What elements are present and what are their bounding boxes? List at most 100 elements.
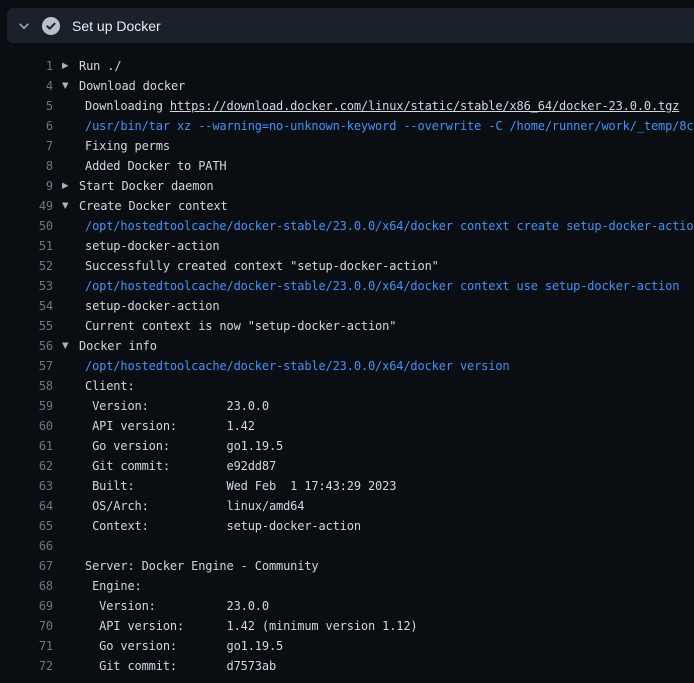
line-number[interactable]: 57 [0,356,53,376]
log-url-link[interactable]: https://download.docker.com/linux/static… [170,99,679,113]
line-number[interactable]: 49 [0,196,53,216]
chevron-down-icon[interactable] [17,19,31,33]
log-gutter [53,136,85,156]
log-lines: 1 ▶ Run ./ 4 ▼ Download docker 5 Downloa… [0,56,694,676]
log-text: Create Docker context [79,196,228,216]
log-row: 59 Version: 23.0.0 [0,396,694,416]
line-number[interactable]: 9 [0,176,53,196]
triangle-down-icon[interactable]: ▼ [62,196,68,216]
log-row: 71 Go version: go1.19.5 [0,636,694,656]
log-gutter [53,156,85,176]
line-number[interactable]: 64 [0,496,53,516]
line-number[interactable]: 50 [0,216,53,236]
log-text: Go version: go1.19.5 [85,636,283,656]
step-title: Set up Docker [72,18,161,34]
line-number[interactable]: 52 [0,256,53,276]
log-gutter [53,656,85,676]
log-text: Built: Wed Feb 1 17:43:29 2023 [85,476,396,496]
log-text: Current context is now "setup-docker-act… [85,316,396,336]
log-text: Docker info [79,336,157,356]
line-number[interactable]: 51 [0,236,53,256]
log-row: 7 Fixing perms [0,136,694,156]
log-row: 60 API version: 1.42 [0,416,694,436]
log-text: Version: 23.0.0 [85,396,269,416]
line-number[interactable]: 63 [0,476,53,496]
log-gutter [53,596,85,616]
log-gutter [53,496,85,516]
line-number[interactable]: 62 [0,456,53,476]
log-gutter [53,116,85,136]
log-gutter [53,536,85,556]
line-number[interactable]: 70 [0,616,53,636]
log-text: Client: [85,376,135,396]
step-header[interactable]: Set up Docker [7,8,694,43]
log-row: 61 Go version: go1.19.5 [0,436,694,456]
line-number[interactable]: 55 [0,316,53,336]
line-number[interactable]: 65 [0,516,53,536]
line-number[interactable]: 66 [0,536,53,556]
log-text: Context: setup-docker-action [85,516,361,536]
line-number[interactable]: 68 [0,576,53,596]
log-row: 52 Successfully created context "setup-d… [0,256,694,276]
line-number[interactable]: 61 [0,436,53,456]
line-number[interactable]: 59 [0,396,53,416]
log-text: Downloading https://download.docker.com/… [85,96,679,116]
log-gutter [53,576,85,596]
triangle-down-icon[interactable]: ▼ [62,76,68,96]
line-number[interactable]: 4 [0,76,53,96]
log-text: Server: Docker Engine - Community [85,556,318,576]
log-gutter [53,256,85,276]
line-number[interactable]: 53 [0,276,53,296]
triangle-right-icon[interactable]: ▶ [62,176,68,196]
log-text: /opt/hostedtoolcache/docker-stable/23.0.… [85,216,694,236]
line-number[interactable]: 8 [0,156,53,176]
triangle-down-icon[interactable]: ▼ [62,336,68,356]
line-number[interactable]: 6 [0,116,53,136]
log-text: Engine: [85,576,142,596]
log-text: Go version: go1.19.5 [85,436,283,456]
log-text: Successfully created context "setup-dock… [85,256,439,276]
line-number[interactable]: 72 [0,656,53,676]
line-number[interactable]: 7 [0,136,53,156]
triangle-right-icon[interactable]: ▶ [62,56,68,76]
log-group-row[interactable]: 4 ▼ Download docker [0,76,694,96]
log-gutter [53,356,85,376]
line-number[interactable]: 5 [0,96,53,116]
log-gutter [53,436,85,456]
line-number[interactable]: 67 [0,556,53,576]
log-gutter [53,376,85,396]
log-row: 64 OS/Arch: linux/amd64 [0,496,694,516]
log-text: /opt/hostedtoolcache/docker-stable/23.0.… [85,276,679,296]
log-text: Fixing perms [85,136,170,156]
line-number[interactable]: 60 [0,416,53,436]
log-text: Run ./ [79,56,121,76]
log-row: 62 Git commit: e92dd87 [0,456,694,476]
log-text: setup-docker-action [85,296,219,316]
log-gutter [53,456,85,476]
line-number[interactable]: 71 [0,636,53,656]
log-row: 72 Git commit: d7573ab [0,656,694,676]
line-number[interactable]: 69 [0,596,53,616]
log-group-row[interactable]: 49 ▼ Create Docker context [0,196,694,216]
line-number[interactable]: 58 [0,376,53,396]
log-gutter [53,616,85,636]
line-number[interactable]: 54 [0,296,53,316]
log-gutter: ▶ [53,56,85,76]
log-gutter [53,516,85,536]
log-group-row[interactable]: 1 ▶ Run ./ [0,56,694,76]
log-row: 55 Current context is now "setup-docker-… [0,316,694,336]
line-number[interactable]: 56 [0,336,53,356]
log-group-row[interactable]: 56 ▼ Docker info [0,336,694,356]
log-text: /opt/hostedtoolcache/docker-stable/23.0.… [85,356,509,376]
log-row: 70 API version: 1.42 (minimum version 1.… [0,616,694,636]
log-text: /usr/bin/tar xz --warning=no-unknown-key… [85,116,694,136]
log-gutter [53,236,85,256]
actions-log-panel: Set up Docker 1 ▶ Run ./ 4 ▼ Download do… [0,0,694,683]
log-gutter [53,416,85,436]
line-number[interactable]: 1 [0,56,53,76]
log-row: 63 Built: Wed Feb 1 17:43:29 2023 [0,476,694,496]
log-gutter [53,216,85,236]
log-group-row[interactable]: 9 ▶ Start Docker daemon [0,176,694,196]
log-gutter [53,296,85,316]
log-gutter [53,96,85,116]
